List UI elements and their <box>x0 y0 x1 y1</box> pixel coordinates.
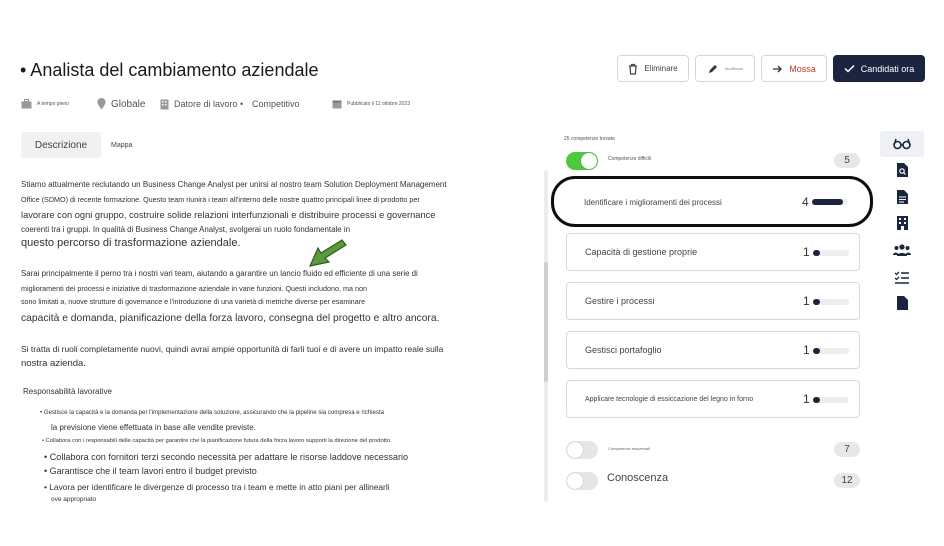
description-line: capacità e domanda, pianificazione della… <box>21 313 440 324</box>
skill-card[interactable]: Applicare tecnologie di essiccazione del… <box>566 380 860 418</box>
skill-name: Applicare tecnologie di essiccazione del… <box>585 395 754 403</box>
employment-type: A tempo pieno <box>21 96 69 112</box>
responsibility-item: • Garantisce che il team lavori entro il… <box>44 466 257 476</box>
responsibility-item: la previsione viene effettuata in base a… <box>51 423 256 432</box>
responsibility-item: ove appropriato <box>51 496 97 503</box>
description-line: Office (SDMO) di recente formazione. Que… <box>21 195 420 204</box>
edit-label: Modificare <box>724 66 744 71</box>
description-line: lavorare con ogni gruppo, costruire soli… <box>21 210 436 220</box>
knowledge-count: 12 <box>834 473 860 488</box>
description-line: nostra azienda. <box>21 358 86 369</box>
building-icon <box>160 99 169 109</box>
description-line: coerenti tra i gruppi. In qualità di Bus… <box>21 225 350 234</box>
checklist-icon[interactable] <box>890 267 914 287</box>
skill-level-bar <box>813 397 849 403</box>
document-icon[interactable] <box>890 187 914 207</box>
skills-found-count: 25 competenze trovate <box>564 136 615 142</box>
tab-description[interactable]: Descrizione <box>21 132 101 158</box>
briefcase-icon <box>21 99 32 109</box>
skill-level: 1 <box>803 294 810 308</box>
skill-level-fill <box>813 397 820 403</box>
responsibility-item: • Collabora con fornitori terzi secondo … <box>44 452 409 462</box>
tab-map[interactable]: Mappa <box>111 132 132 158</box>
skill-level-bar <box>813 299 849 305</box>
description-line: Si tratta di ruoli completamente nuovi, … <box>21 344 444 354</box>
trash-icon <box>629 63 638 75</box>
skill-name: Gestire i processi <box>585 296 655 306</box>
check-icon <box>844 64 855 73</box>
skill-card[interactable]: Capacità di gestione proprie 1 <box>566 233 860 271</box>
map-pin-icon <box>97 98 106 110</box>
skill-name: Gestisci portafoglio <box>585 345 662 355</box>
cursor-arrow-icon <box>308 239 347 267</box>
skill-name: Capacità di gestione proprie <box>585 247 698 257</box>
hard-skills-toggle[interactable] <box>566 152 598 170</box>
location: Globale <box>97 96 145 112</box>
responsibility-item: • Collabora con i responsabili delle cap… <box>42 438 392 444</box>
skill-level-fill <box>813 250 820 256</box>
edit-button[interactable]: Modificare <box>695 55 755 82</box>
search-document-icon[interactable] <box>890 160 914 180</box>
arrow-right-icon <box>773 65 783 72</box>
move-label: Mossa <box>789 63 816 74</box>
description-line: questo percorso di trasformazione aziend… <box>21 237 241 249</box>
skill-level-bar <box>813 348 849 354</box>
department: Datore di lavoro • <box>160 96 243 112</box>
delete-button[interactable]: Eliminare <box>617 55 689 82</box>
move-button[interactable]: Mossa <box>761 55 827 82</box>
skill-level: 1 <box>803 343 810 357</box>
apply-button[interactable]: Candidati ora <box>833 55 925 82</box>
responsibility-item: • Gestisce la capacità e la domanda per … <box>40 409 385 416</box>
highlight-annotation <box>551 176 873 227</box>
soft-skills-label: Competenze trasversali <box>608 446 651 451</box>
responsibilities-heading: Responsabilità lavorative <box>23 387 112 396</box>
hard-skills-count: 5 <box>834 153 860 168</box>
people-icon[interactable] <box>890 240 914 260</box>
skill-level: 1 <box>803 392 810 406</box>
responsibility-item: • Lavora per identificare le divergenze … <box>44 482 390 492</box>
building-icon[interactable] <box>890 213 914 233</box>
description-line: Sarai principalmente il perno tra i nost… <box>21 269 418 278</box>
apply-label: Candidati ora <box>860 63 915 74</box>
skill-level-fill <box>813 299 820 305</box>
file-icon[interactable] <box>890 293 914 313</box>
description-line: sono limitati a, nuove strutture di gove… <box>21 298 366 306</box>
soft-skills-toggle[interactable] <box>566 441 598 459</box>
knowledge-label: Conoscenza <box>607 472 669 484</box>
skill-card[interactable]: Gestisci portafoglio 1 <box>566 331 860 369</box>
skill-card[interactable]: Gestire i processi 1 <box>566 282 860 320</box>
skill-level-bar <box>813 250 849 256</box>
published-date: Pubblicato il 11 ottobre 2023 <box>332 96 410 112</box>
knowledge-toggle[interactable] <box>566 472 598 490</box>
pencil-icon <box>708 64 717 73</box>
description-line: Stiamo attualmente reclutando un Busines… <box>21 180 447 189</box>
calendar-icon <box>332 100 342 109</box>
scrollbar-thumb[interactable] <box>544 262 548 382</box>
hard-skills-label: Competenze difficili <box>608 156 652 162</box>
page-title: • Analista del cambiamento aziendale <box>20 60 319 80</box>
soft-skills-count: 7 <box>834 442 860 457</box>
glasses-icon[interactable] <box>890 134 914 154</box>
skill-level: 1 <box>803 245 810 259</box>
delete-label: Eliminare <box>644 64 678 73</box>
salary-competitive: Competitivo <box>252 99 300 109</box>
skill-level-fill <box>813 348 820 354</box>
description-line: miglioramenti dei processi e iniziative … <box>21 284 367 293</box>
